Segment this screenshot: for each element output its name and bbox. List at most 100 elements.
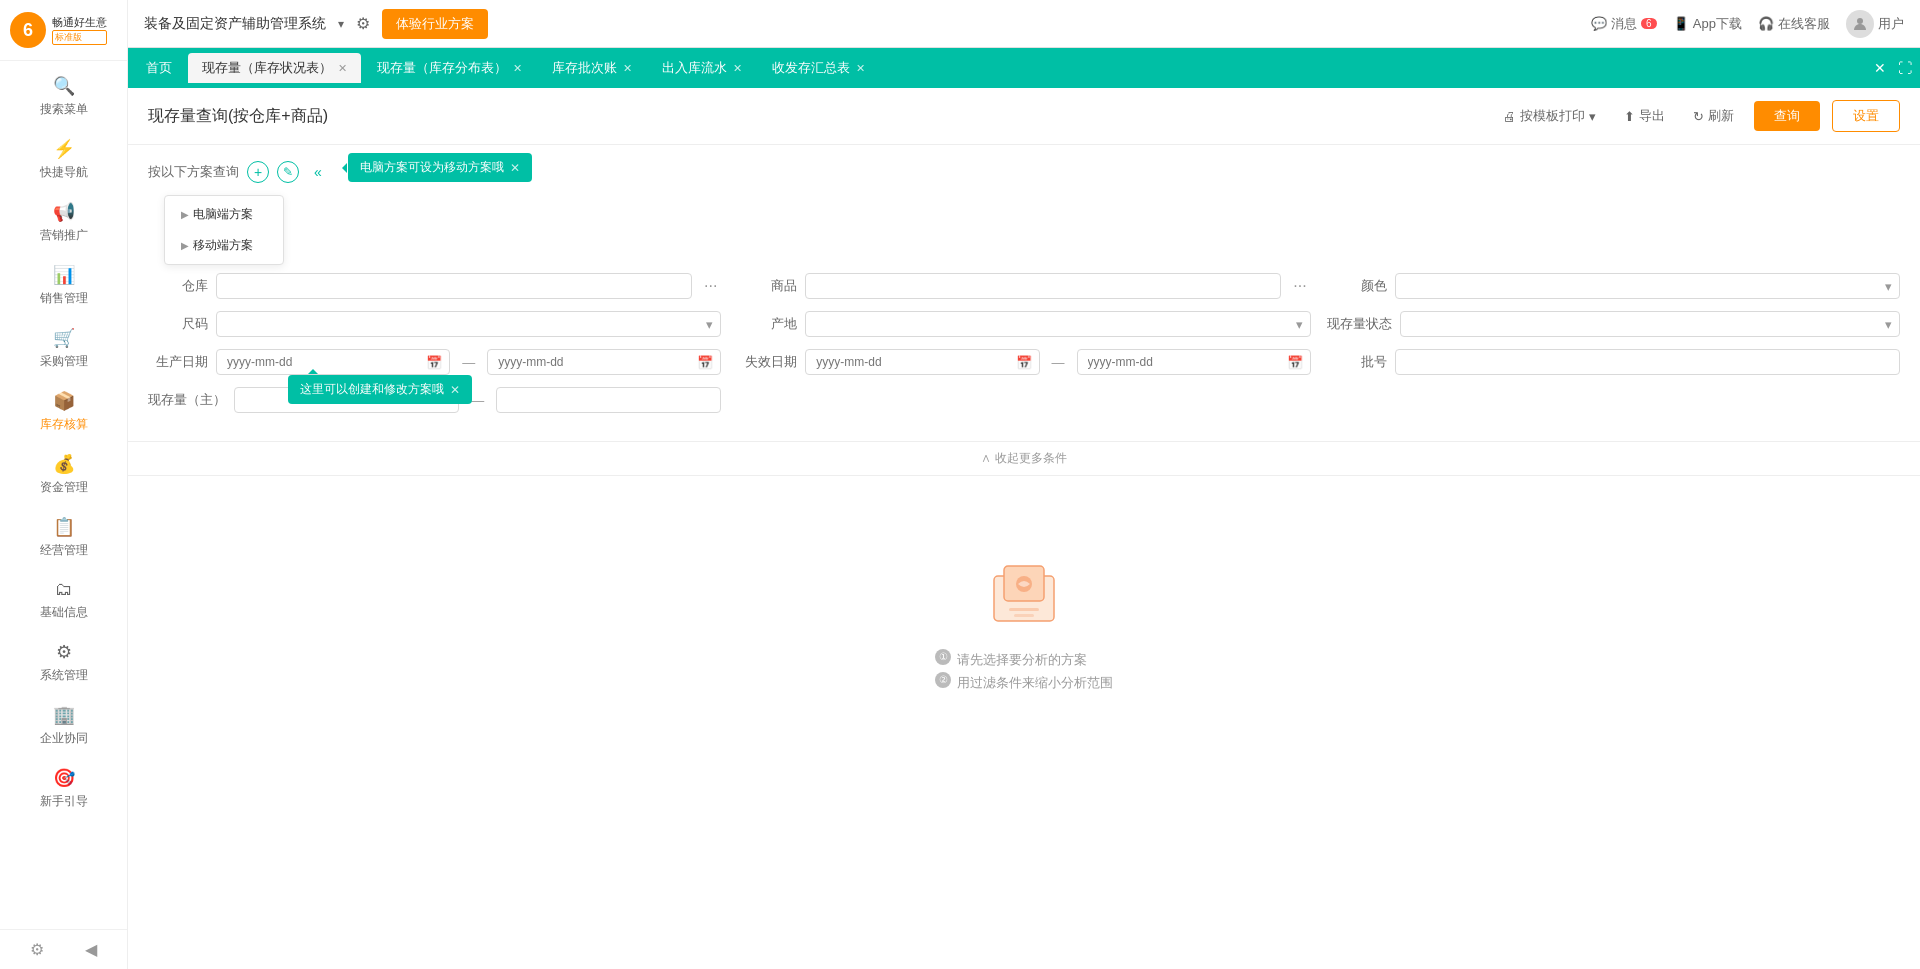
filter-group-expire-date: 失效日期 📅 — 📅 (737, 349, 1310, 375)
scheme-dropdown: ▶ 电脑端方案 ▶ 移动端方案 (164, 195, 284, 265)
app-download-action[interactable]: 📱 App下载 (1673, 15, 1742, 33)
filter-arrow-btn[interactable]: « (307, 161, 329, 183)
sidebar-item-sales[interactable]: 📊 销售管理 (0, 254, 127, 317)
color-select[interactable] (1395, 273, 1900, 299)
filter-group-origin: 产地 (737, 311, 1310, 337)
sidebar-item-enterprise[interactable]: 🏢 企业协同 (0, 694, 127, 757)
filter-group-goods: 商品 ··· (737, 273, 1310, 299)
search-button[interactable]: 查询 (1754, 101, 1820, 131)
sidebar-label-inventory: 库存核算 (40, 416, 88, 433)
chevron-down-icon2: ▾ (1589, 109, 1596, 124)
industry-button[interactable]: 体验行业方案 (382, 9, 488, 39)
collapse-bar[interactable]: ∧ 收起更多条件 (128, 442, 1920, 476)
chevron-down-icon: ▾ (338, 17, 344, 31)
batch-label: 批号 (1327, 353, 1387, 371)
header-settings-btn[interactable]: ⚙ (356, 14, 370, 33)
filter-edit-btn[interactable]: ✎ (277, 161, 299, 183)
tab-inventory-dist[interactable]: 现存量（库存分布表） ✕ (363, 53, 536, 83)
tooltip-pc-close[interactable]: ✕ (510, 161, 520, 175)
size-label: 尺码 (148, 315, 208, 333)
tab-inventory-batch[interactable]: 库存批次账 ✕ (538, 53, 646, 83)
expire-date-start-input[interactable] (805, 349, 1039, 375)
origin-label: 产地 (737, 315, 797, 333)
collapse-label: 收起更多条件 (995, 451, 1067, 465)
phone-icon: 📱 (1673, 16, 1689, 31)
sidebar-item-system[interactable]: ⚙ 系统管理 (0, 631, 127, 694)
tooltip-edit-scheme: 这里可以创建和修改方案哦 ✕ (288, 375, 472, 404)
filter-add-btn[interactable]: + (247, 161, 269, 183)
tab-inventory-batch-close[interactable]: ✕ (623, 62, 632, 75)
goods-input[interactable] (805, 273, 1281, 299)
footer-settings-btn[interactable]: ⚙ (30, 940, 44, 959)
warehouse-dots-btn[interactable]: ··· (700, 277, 721, 295)
filter-group-color: 颜色 (1327, 273, 1900, 299)
scheme-item-mobile[interactable]: ▶ 移动端方案 (165, 231, 283, 260)
tab-close-all-btn[interactable]: ✕ (1870, 56, 1890, 80)
size-select[interactable] (216, 311, 721, 337)
online-service-action[interactable]: 🎧 在线客服 (1758, 15, 1830, 33)
batch-input[interactable] (1395, 349, 1900, 375)
print-btn[interactable]: 🖨 按模板打印 ▾ (1495, 103, 1604, 129)
prod-date-end-input[interactable] (487, 349, 721, 375)
sidebar-item-finance[interactable]: 💰 资金管理 (0, 443, 127, 506)
user-action[interactable]: 用户 (1846, 10, 1904, 38)
goods-dots-btn[interactable]: ··· (1289, 277, 1310, 295)
sidebar-item-quick-nav[interactable]: ⚡ 快捷导航 (0, 128, 127, 191)
sidebar-item-search[interactable]: 🔍 搜索菜单 (0, 65, 127, 128)
tab-in-out-flow-label: 出入库流水 (662, 59, 727, 77)
tree-arrow-icon: ▶ (181, 209, 189, 220)
sidebar-item-guide[interactable]: 🎯 新手引导 (0, 757, 127, 820)
scheme-pc-label: 电脑端方案 (193, 206, 253, 223)
svg-rect-4 (1009, 608, 1039, 611)
footer-collapse-btn[interactable]: ◀ (85, 940, 97, 959)
export-btn[interactable]: ⬆ 导出 (1616, 103, 1673, 129)
sidebar-item-operations[interactable]: 📋 经营管理 (0, 506, 127, 569)
expire-date-end-input[interactable] (1077, 349, 1311, 375)
prod-date-start-input[interactable] (216, 349, 450, 375)
system-dropdown[interactable]: ▾ (338, 17, 344, 31)
stock-status-select[interactable] (1400, 311, 1900, 337)
filter-group-size: 尺码 (148, 311, 721, 337)
message-action[interactable]: 💬 消息 6 (1591, 15, 1657, 33)
tab-inventory-status[interactable]: 现存量（库存状况表） ✕ (188, 53, 361, 83)
sidebar-label-system: 系统管理 (40, 667, 88, 684)
print-icon: 🖨 (1503, 109, 1516, 124)
tab-inventory-dist-close[interactable]: ✕ (513, 62, 522, 75)
guide-icon: 🎯 (53, 767, 75, 789)
tree-arrow-icon2: ▶ (181, 240, 189, 251)
filter-row-1: 仓库 ··· 商品 ··· 颜色 (148, 273, 1900, 299)
warehouse-label: 仓库 (148, 277, 208, 295)
scheme-item-pc[interactable]: ▶ 电脑端方案 (165, 200, 283, 229)
tip-text-2: 用过滤条件来缩小分析范围 (957, 671, 1113, 694)
sidebar-item-purchase[interactable]: 🛒 采购管理 (0, 317, 127, 380)
tab-in-out-flow[interactable]: 出入库流水 ✕ (648, 53, 756, 83)
logo-badge: 标准版 (52, 30, 107, 45)
color-label: 颜色 (1327, 277, 1387, 295)
warehouse-input[interactable] (216, 273, 692, 299)
reset-button[interactable]: 设置 (1832, 100, 1900, 132)
sidebar-label-guide: 新手引导 (40, 793, 88, 810)
tab-recv-send[interactable]: 收发存汇总表 ✕ (758, 53, 879, 83)
expire-date-label: 失效日期 (737, 353, 797, 371)
tab-home[interactable]: 首页 (132, 53, 186, 83)
header-left: 装备及固定资产辅助管理系统 ▾ ⚙ 体验行业方案 (144, 9, 488, 39)
tab-recv-send-close[interactable]: ✕ (856, 62, 865, 75)
tip-text-1: 请先选择要分析的方案 (957, 648, 1087, 671)
sidebar-item-marketing[interactable]: 📢 营销推广 (0, 191, 127, 254)
stock-qty-label: 现存量（主） (148, 391, 226, 409)
stock-qty-end-input[interactable] (496, 387, 721, 413)
tab-in-out-flow-close[interactable]: ✕ (733, 62, 742, 75)
tab-recv-send-label: 收发存汇总表 (772, 59, 850, 77)
sidebar-item-basic[interactable]: 🗂 基础信息 (0, 569, 127, 631)
filter-row-3: 生产日期 📅 — 📅 失效日期 (148, 349, 1900, 375)
filter-area: 按以下方案查询 + ✎ « 电脑方案可设为移动方案哦 ✕ (128, 145, 1920, 442)
tooltip-edit-close[interactable]: ✕ (450, 383, 460, 397)
basic-icon: 🗂 (55, 579, 73, 600)
tab-fullscreen-btn[interactable]: ⛶ (1894, 56, 1916, 80)
tab-inventory-status-close[interactable]: ✕ (338, 62, 347, 75)
content-area: 现存量查询(按仓库+商品) 🖨 按模板打印 ▾ ⬆ 导出 ↻ 刷新 (128, 88, 1920, 969)
collapse-up-icon: ∧ (981, 451, 994, 465)
sidebar-item-inventory[interactable]: 📦 库存核算 (0, 380, 127, 443)
refresh-btn[interactable]: ↻ 刷新 (1685, 103, 1742, 129)
origin-select[interactable] (805, 311, 1310, 337)
